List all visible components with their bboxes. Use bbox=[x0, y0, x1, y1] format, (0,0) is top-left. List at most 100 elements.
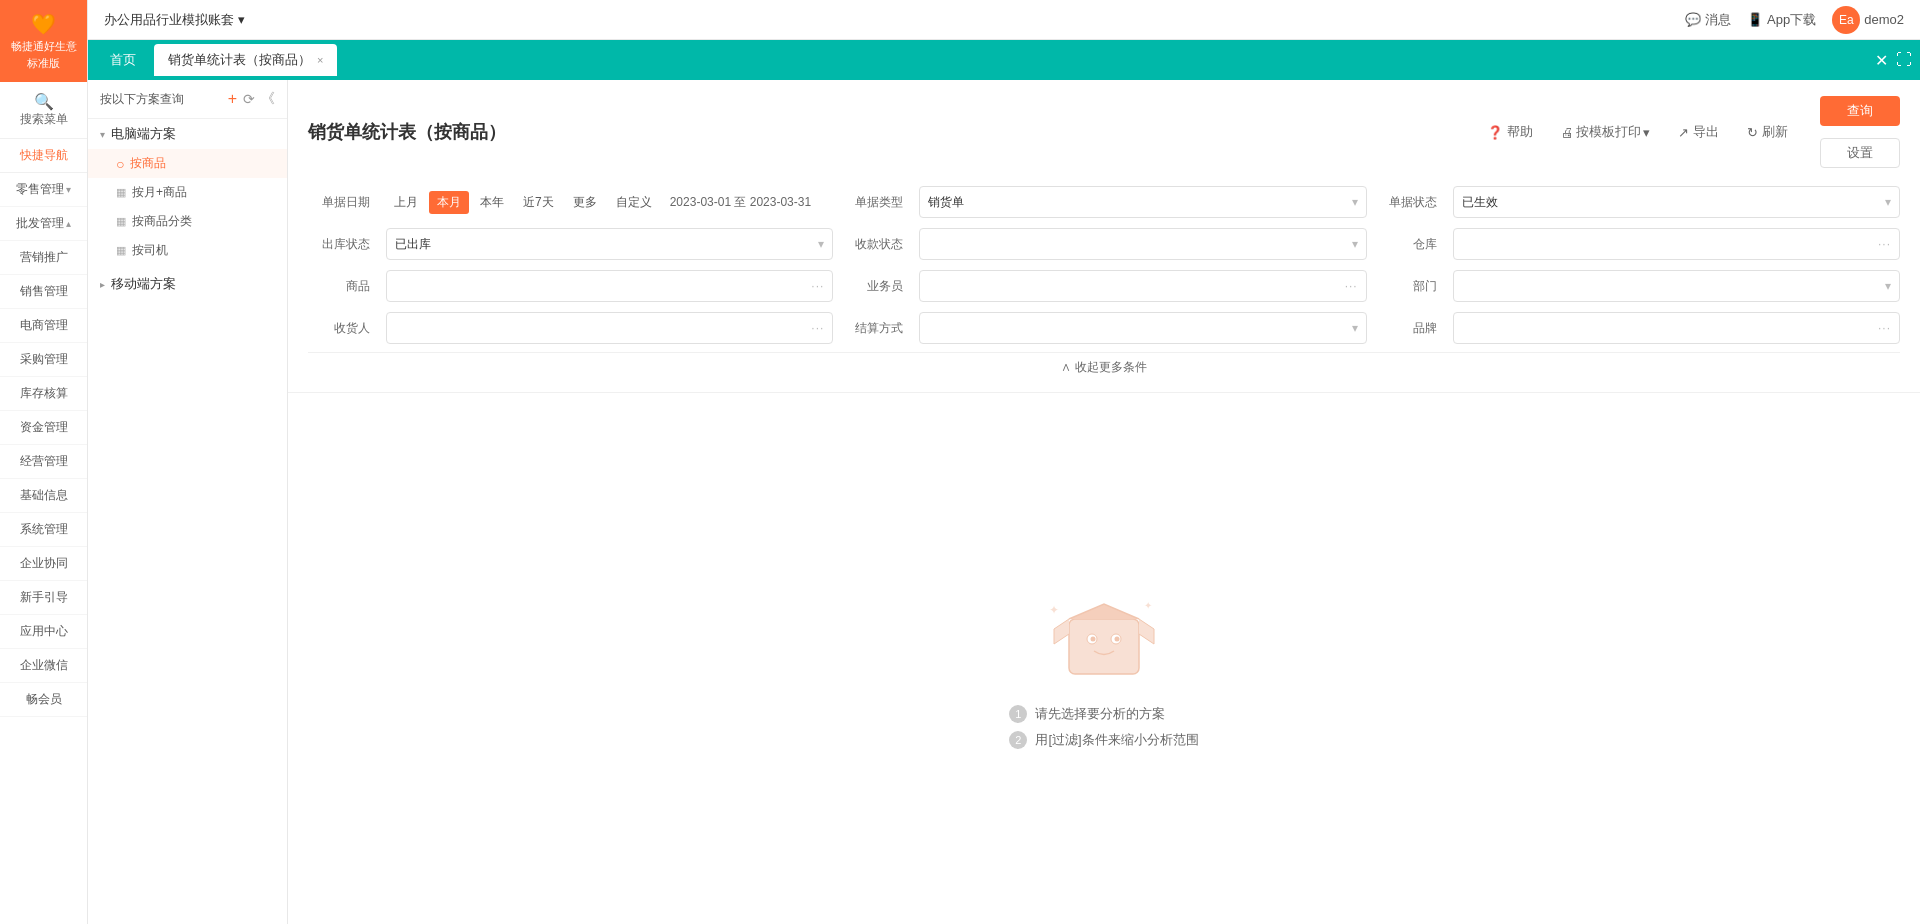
tree-pc-label: 电脑端方案 bbox=[111, 125, 176, 143]
salesperson-input[interactable]: ··· bbox=[919, 270, 1366, 302]
export-button[interactable]: ↗ 导出 bbox=[1670, 119, 1727, 145]
receipt-status-label: 收款状态 bbox=[841, 236, 911, 253]
sidebar-item-inventory[interactable]: 库存核算 bbox=[0, 377, 87, 411]
add-scheme-button[interactable]: + bbox=[228, 90, 237, 108]
warehouse-status-input[interactable]: 已出库 ▾ bbox=[386, 228, 833, 260]
sidebar-item-retail[interactable]: 零售管理 ▾ bbox=[0, 173, 87, 207]
sidebar-item-marketing[interactable]: 营销推广 bbox=[0, 241, 87, 275]
date-tab-last-month[interactable]: 上月 bbox=[386, 191, 426, 214]
dept-label: 部门 bbox=[1375, 278, 1445, 295]
tab-home[interactable]: 首页 bbox=[96, 44, 150, 76]
receiver-label: 收货人 bbox=[308, 320, 378, 337]
doc-type-input[interactable]: 销货单 ▾ bbox=[919, 186, 1366, 218]
tab-close-all-icon[interactable]: ✕ bbox=[1875, 51, 1888, 70]
svg-point-4 bbox=[1115, 636, 1120, 641]
empty-tip-2: 2 用[过滤]条件来缩小分析范围 bbox=[1009, 731, 1198, 749]
tab-bar: 首页 销货单统计表（按商品） × ✕ ⛶ bbox=[88, 40, 1920, 80]
sidebar-item-marketing-label: 营销推广 bbox=[20, 250, 68, 264]
tree-sub-by-month-goods[interactable]: ▦ 按月+商品 bbox=[88, 178, 287, 207]
doc-status-label: 单据状态 bbox=[1375, 194, 1445, 211]
sidebar-item-finance[interactable]: 资金管理 bbox=[0, 411, 87, 445]
dept-input[interactable]: ▾ bbox=[1453, 270, 1900, 302]
tree-sub-by-category[interactable]: ▦ 按商品分类 bbox=[88, 207, 287, 236]
tree-pc-arrow: ▾ bbox=[100, 129, 105, 140]
tab-close-icon[interactable]: × bbox=[317, 54, 323, 66]
refresh-scheme-icon[interactable]: ⟳ bbox=[243, 91, 255, 107]
sidebar-item-ops[interactable]: 经营管理 bbox=[0, 445, 87, 479]
doc-status-input[interactable]: 已生效 ▾ bbox=[1453, 186, 1900, 218]
sidebar-item-wechat[interactable]: 企业微信 bbox=[0, 649, 87, 683]
sidebar-item-ops-label: 经营管理 bbox=[20, 454, 68, 468]
settings-button[interactable]: 设置 bbox=[1820, 138, 1900, 168]
sidebar-item-ecommerce[interactable]: 电商管理 bbox=[0, 309, 87, 343]
user-menu[interactable]: Ea demo2 bbox=[1832, 6, 1904, 34]
warehouse-status-value: 已出库 bbox=[395, 236, 431, 253]
warehouse-label: 仓库 bbox=[1375, 236, 1445, 253]
doc-status-chevron: ▾ bbox=[1885, 195, 1891, 209]
tip-text-2: 用[过滤]条件来缩小分析范围 bbox=[1035, 731, 1198, 749]
sidebar-search-label: 搜索菜单 bbox=[20, 112, 68, 126]
empty-state: ✦ ✦ ✦ 1 请先选择要分析的方案 2 用[过滤]条件来缩小分析范围 bbox=[288, 393, 1920, 924]
sidebar-item-wholesale[interactable]: 批发管理 ▴ bbox=[0, 207, 87, 241]
user-avatar: Ea bbox=[1832, 6, 1860, 34]
sidebar-item-vip[interactable]: 畅会员 bbox=[0, 683, 87, 717]
app-logo[interactable]: 🧡 畅捷通好生意 标准版 bbox=[0, 0, 87, 82]
date-tabs: 上月 本月 本年 近7天 更多 自定义 bbox=[386, 191, 660, 214]
query-button[interactable]: 查询 bbox=[1820, 96, 1900, 126]
sidebar-item-newbie[interactable]: 新手引导 bbox=[0, 581, 87, 615]
brand-input[interactable]: ··· bbox=[1453, 312, 1900, 344]
help-button[interactable]: ❓ 帮助 bbox=[1479, 119, 1541, 145]
date-tab-this-month[interactable]: 本月 bbox=[429, 191, 469, 214]
sidebar-item-purchase-label: 采购管理 bbox=[20, 352, 68, 366]
tree-mobile-label: 移动端方案 bbox=[111, 275, 176, 293]
app-download-button[interactable]: 📱 App下载 bbox=[1747, 11, 1816, 29]
tree-sub-by-category-icon: ▦ bbox=[116, 215, 126, 228]
empty-tip-1: 1 请先选择要分析的方案 bbox=[1009, 705, 1198, 723]
sidebar-item-system[interactable]: 系统管理 bbox=[0, 513, 87, 547]
main-area: 办公用品行业模拟账套 ▾ 💬 消息 📱 App下载 Ea demo2 首页 bbox=[88, 0, 1920, 924]
tab-sales-stat[interactable]: 销货单统计表（按商品） × bbox=[154, 44, 337, 76]
date-tab-7days[interactable]: 近7天 bbox=[515, 191, 562, 214]
sidebar-quicknav[interactable]: 快捷导航 bbox=[0, 139, 87, 173]
date-tab-more[interactable]: 更多 bbox=[565, 191, 605, 214]
svg-text:✦: ✦ bbox=[1129, 661, 1137, 671]
print-template-button[interactable]: 🖨 按模板打印 ▾ bbox=[1553, 119, 1658, 145]
svg-point-3 bbox=[1091, 636, 1096, 641]
warehouse-input[interactable]: ··· bbox=[1453, 228, 1900, 260]
tree-sub-by-goods[interactable]: ○ 按商品 bbox=[88, 149, 287, 178]
refresh-button[interactable]: ↻ 刷新 bbox=[1739, 119, 1796, 145]
sidebar-item-basic[interactable]: 基础信息 bbox=[0, 479, 87, 513]
message-icon: 💬 bbox=[1685, 12, 1701, 27]
tab-maximize-icon[interactable]: ⛶ bbox=[1896, 51, 1912, 69]
settlement-input[interactable]: ▾ bbox=[919, 312, 1366, 344]
app-download-label: App下载 bbox=[1767, 11, 1816, 29]
sidebar-item-sales[interactable]: 销售管理 bbox=[0, 275, 87, 309]
print-icon: 🖨 bbox=[1561, 125, 1574, 140]
date-tab-custom[interactable]: 自定义 bbox=[608, 191, 660, 214]
goods-input[interactable]: ··· bbox=[386, 270, 833, 302]
sidebar-item-appstore[interactable]: 应用中心 bbox=[0, 615, 87, 649]
tree-sub-by-cashier-label: 按司机 bbox=[132, 242, 168, 259]
tree-sub-by-goods-icon: ○ bbox=[116, 156, 124, 172]
sidebar-item-corp[interactable]: 企业协同 bbox=[0, 547, 87, 581]
print-template-label: 按模板打印 bbox=[1576, 123, 1641, 141]
sidebar-item-purchase[interactable]: 采购管理 bbox=[0, 343, 87, 377]
empty-illustration: ✦ ✦ ✦ bbox=[1044, 569, 1164, 689]
receiver-input[interactable]: ··· bbox=[386, 312, 833, 344]
sidebar-item-vip-label: 畅会员 bbox=[26, 692, 62, 706]
tree-sub-by-cashier[interactable]: ▦ 按司机 bbox=[88, 236, 287, 265]
message-button[interactable]: 💬 消息 bbox=[1685, 11, 1731, 29]
message-label: 消息 bbox=[1705, 11, 1731, 29]
date-filter-label: 单据日期 bbox=[308, 194, 378, 211]
tree-mobile-folder[interactable]: ▸ 移动端方案 bbox=[88, 269, 287, 299]
export-icon: ↗ bbox=[1678, 125, 1689, 140]
tree-pc-folder[interactable]: ▾ 电脑端方案 bbox=[88, 119, 287, 149]
collapse-filter-button[interactable]: ∧ 收起更多条件 bbox=[308, 352, 1900, 382]
sidebar-search[interactable]: 🔍 搜索菜单 bbox=[0, 82, 87, 139]
industry-selector[interactable]: 办公用品行业模拟账套 ▾ bbox=[104, 11, 245, 29]
receipt-status-input[interactable]: ▾ bbox=[919, 228, 1366, 260]
settlement-label: 结算方式 bbox=[841, 320, 911, 337]
date-tab-this-year[interactable]: 本年 bbox=[472, 191, 512, 214]
collapse-panel-icon[interactable]: 《 bbox=[261, 90, 275, 108]
warehouse-status-chevron: ▾ bbox=[818, 237, 824, 251]
